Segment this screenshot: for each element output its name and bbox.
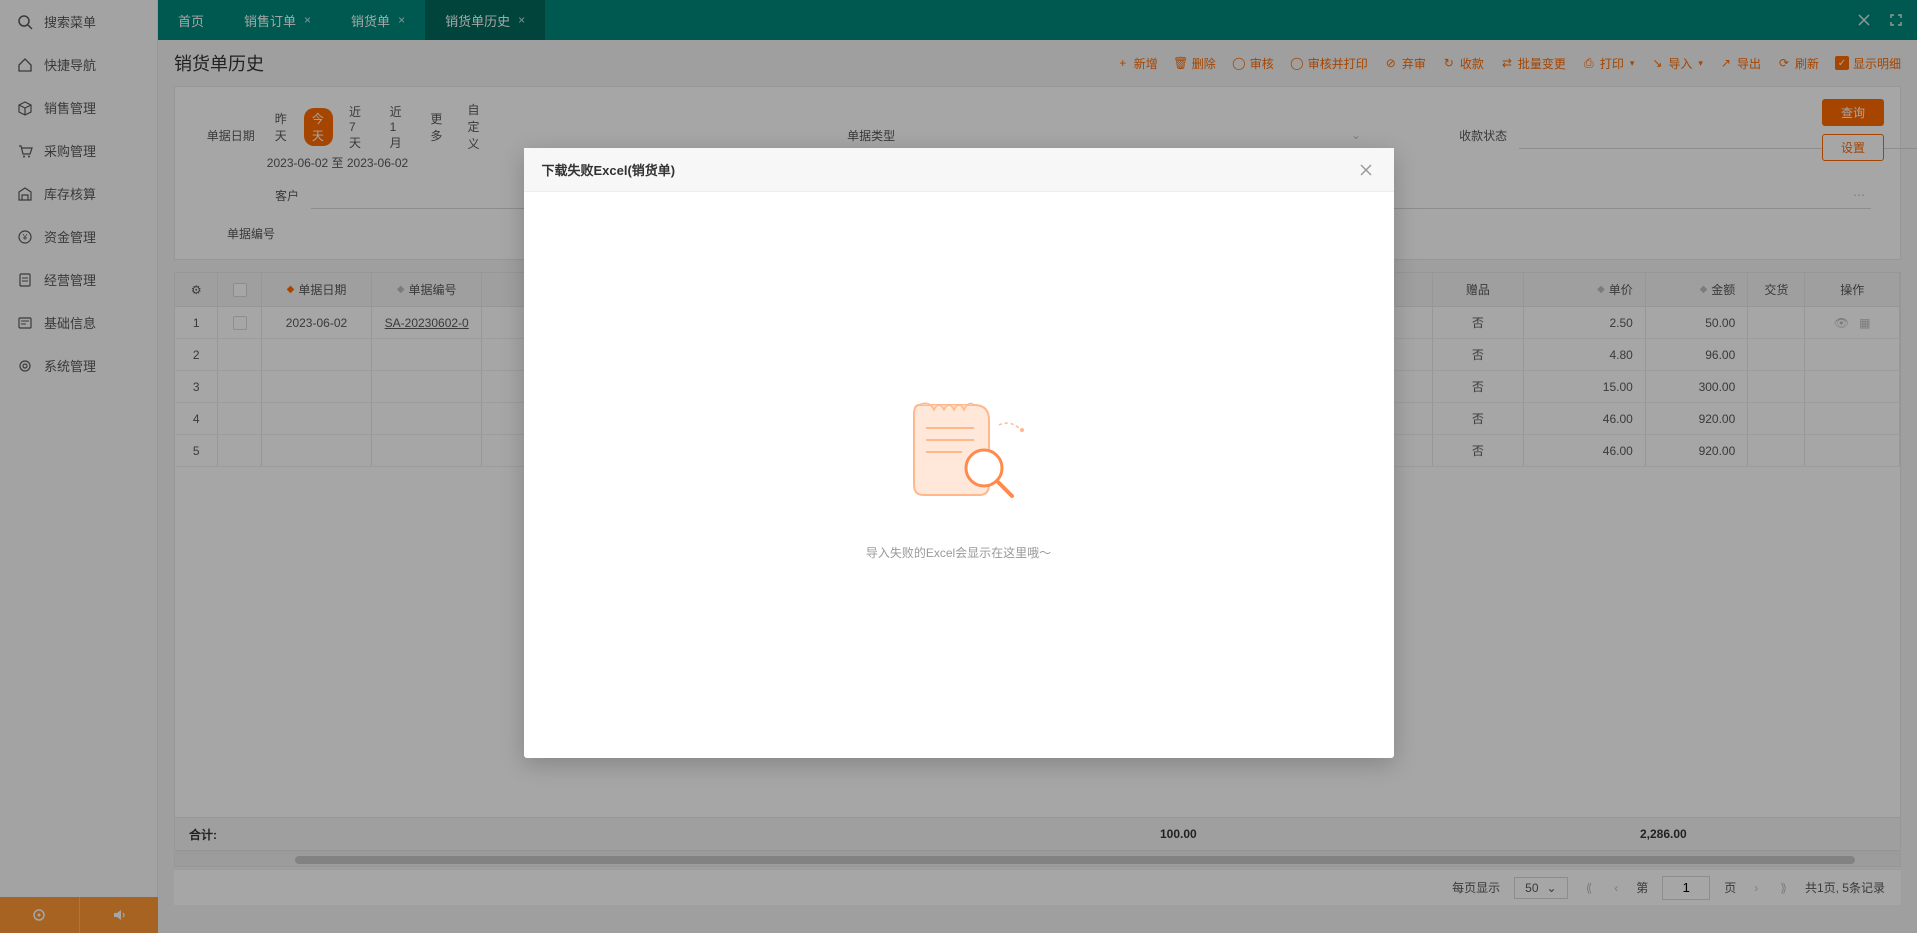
modal-body: 导入失败的Excel会显示在这里哦～ bbox=[524, 192, 1394, 758]
empty-illustration bbox=[884, 390, 1034, 520]
modal-title: 下载失败Excel(销货单) bbox=[542, 160, 676, 179]
close-icon bbox=[1359, 163, 1373, 177]
modal-header: 下载失败Excel(销货单) bbox=[524, 148, 1394, 192]
download-failed-modal: 下载失败Excel(销货单) 导入失败的Excel会显示在这里哦～ bbox=[524, 148, 1394, 758]
modal-close-button[interactable] bbox=[1356, 160, 1376, 180]
empty-state-text: 导入失败的Excel会显示在这里哦～ bbox=[866, 544, 1051, 561]
